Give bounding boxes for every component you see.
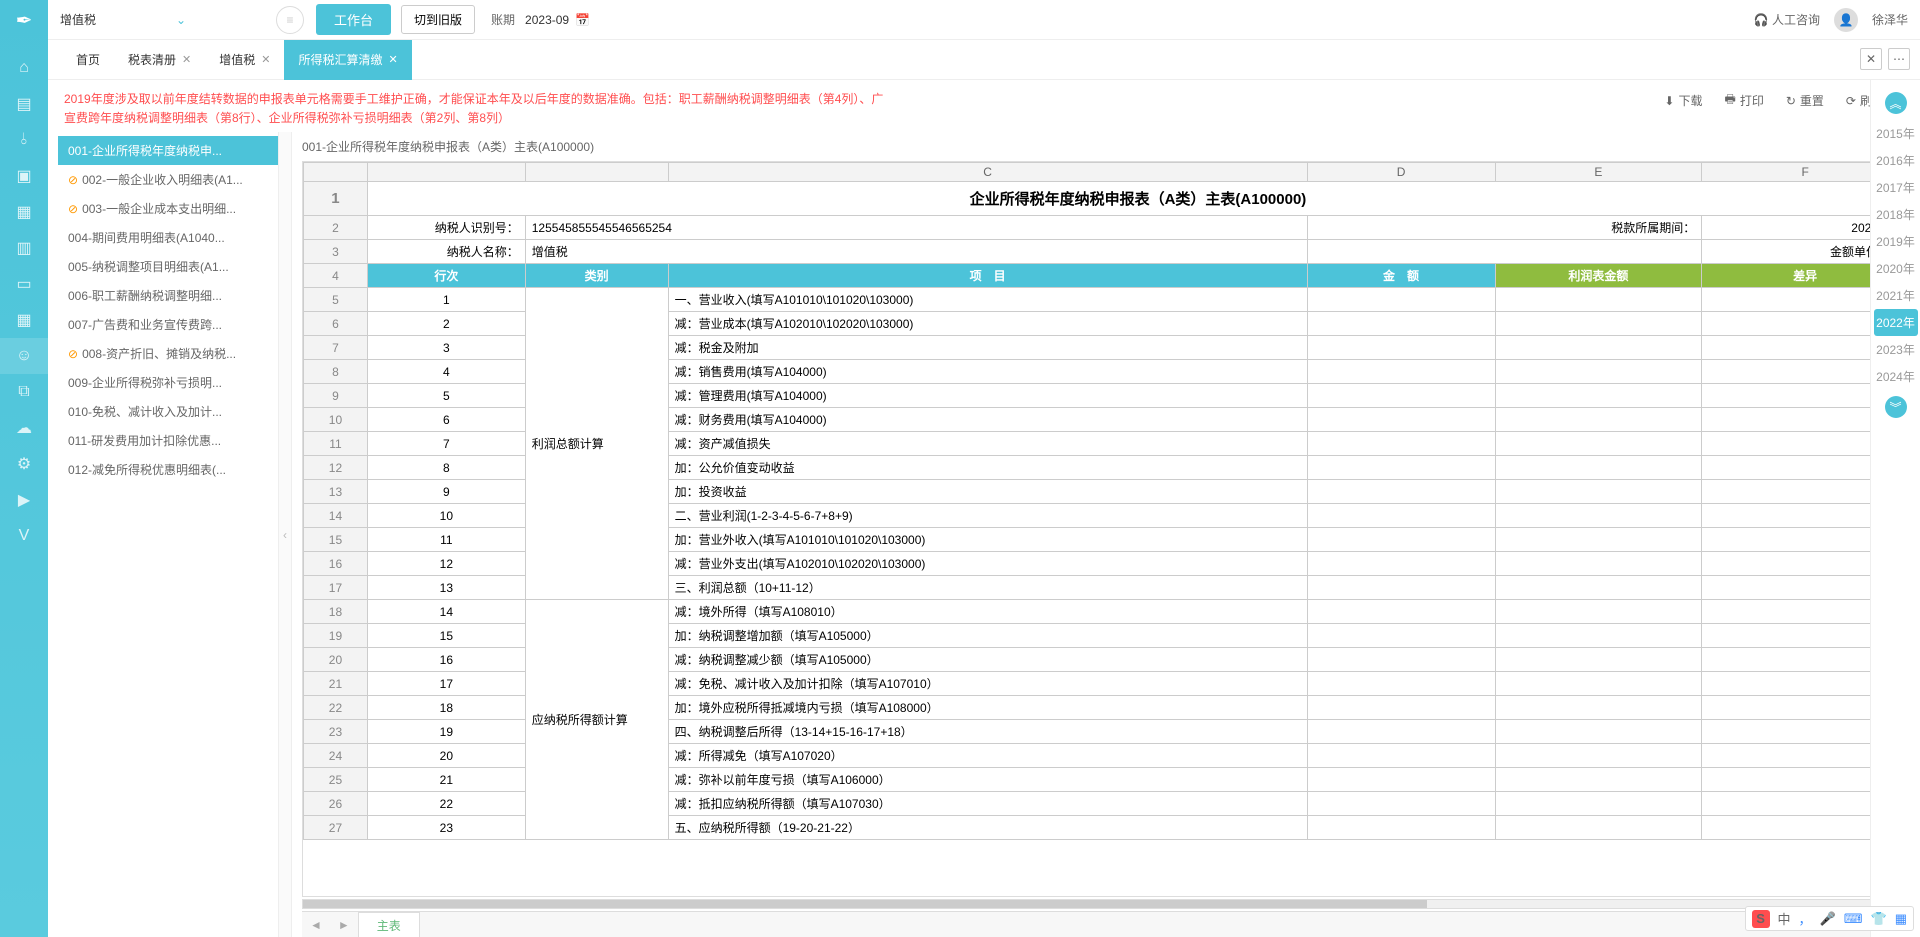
sheet-tabs: ◄ ► 主表 <box>302 911 1910 937</box>
tab-bar: 首页 税表清册✕ 增值税✕ 所得税汇算清缴✕ ✕ ⋯ <box>48 40 1920 80</box>
warn-icon: ⊘ <box>68 347 78 361</box>
more-tabs-icon[interactable]: ⋯ <box>1888 48 1910 70</box>
year-button[interactable]: 2016年 <box>1874 147 1918 174</box>
sheet-next-icon[interactable]: ► <box>330 918 358 932</box>
nav-bag-icon[interactable]: ▣ <box>0 158 48 194</box>
sheet-tab-main[interactable]: 主表 <box>358 912 420 937</box>
form-list-item[interactable]: 004-期间费用明细表(A1040... <box>58 223 278 252</box>
scroll-down-icon[interactable]: ︾ <box>1885 396 1907 418</box>
form-list-item[interactable]: 006-职工薪酬纳税调整明细... <box>58 281 278 310</box>
ime-grid-icon[interactable]: ▦ <box>1895 911 1907 927</box>
switch-old-button[interactable]: 切到旧版 <box>401 5 475 34</box>
consult-link[interactable]: 🎧 人工咨询 <box>1754 11 1820 28</box>
form-list-item[interactable]: 010-免税、减计收入及加计... <box>58 397 278 426</box>
close-icon[interactable]: ✕ <box>182 53 191 66</box>
warning-notice: 2019年度涉及取以前年度结转数据的申报表单元格需要手工维护正确，才能保证本年及… <box>64 90 884 128</box>
form-list-item[interactable]: ⊘008-资产折旧、摊销及纳税... <box>58 339 278 368</box>
tab-vat[interactable]: 增值税✕ <box>205 40 284 80</box>
year-button[interactable]: 2023年 <box>1874 336 1918 363</box>
company-name: 增值税 <box>60 11 96 28</box>
circle-button[interactable]: ≡ <box>276 6 304 34</box>
nav-report-icon[interactable]: ▥ <box>0 230 48 266</box>
calendar-icon[interactable]: 📅 <box>575 13 590 27</box>
avatar[interactable]: 👤 <box>1834 8 1858 32</box>
nav-doc-icon[interactable]: ▤ <box>0 86 48 122</box>
year-button[interactable]: 2021年 <box>1874 282 1918 309</box>
top-bar: 增值税 ⌄ ≡ 工作台 切到旧版 账期 2023-09 📅 🎧 人工咨询 👤 徐… <box>48 0 1920 40</box>
spreadsheet-grid[interactable]: CDEF 1企业所得税年度纳税申报表（A类）主表(A100000) 2纳税人识别… <box>302 161 1910 897</box>
tab-tax-list[interactable]: 税表清册✕ <box>114 40 205 80</box>
breadcrumb: 001-企业所得税年度纳税申报表（A类）主表(A100000) <box>292 132 1920 161</box>
form-list-item[interactable]: 011-研发费用加计扣除优惠... <box>58 426 278 455</box>
year-button[interactable]: 2019年 <box>1874 228 1918 255</box>
close-icon[interactable]: ✕ <box>261 53 270 66</box>
download-button[interactable]: ⬇ 下载 <box>1664 90 1702 111</box>
ime-keyboard-icon[interactable]: ⌨ <box>1844 911 1863 927</box>
company-selector[interactable]: 增值税 ⌄ <box>60 11 260 28</box>
close-all-tabs-icon[interactable]: ✕ <box>1860 48 1882 70</box>
nav-grid-icon[interactable]: ▦ <box>0 302 48 338</box>
warn-icon: ⊘ <box>68 202 78 216</box>
ime-mic-icon[interactable]: 🎤 <box>1820 911 1836 927</box>
tab-income-tax[interactable]: 所得税汇算清缴✕ <box>284 40 411 80</box>
form-list: 001-企业所得税年度纳税申...⊘002-一般企业收入明细表(A1...⊘00… <box>58 132 278 937</box>
reset-button[interactable]: ↻ 重置 <box>1786 90 1824 111</box>
period-label: 账期 <box>491 11 515 28</box>
ime-mode[interactable]: 中 <box>1778 909 1791 928</box>
year-rail: ︽ 2015年2016年2017年2018年2019年2020年2021年202… <box>1870 80 1920 937</box>
workbench-button[interactable]: 工作台 <box>316 4 391 35</box>
ime-comma-icon[interactable]: ， <box>1799 909 1812 928</box>
nav-v-icon[interactable]: V <box>0 518 48 554</box>
table-row[interactable]: 1814应纳税所得额计算减：境外所得（填写A108010） <box>304 600 1909 624</box>
nav-play-icon[interactable]: ▶ <box>0 482 48 518</box>
ime-toolbar[interactable]: S 中 ， 🎤 ⌨ 👕 ▦ <box>1745 906 1914 931</box>
year-button[interactable]: 2022年 <box>1874 309 1918 336</box>
nav-copy-icon[interactable]: ⧉ <box>0 374 48 410</box>
year-button[interactable]: 2017年 <box>1874 174 1918 201</box>
period-value: 2023-09 <box>525 13 569 27</box>
form-list-item[interactable]: 009-企业所得税弥补亏损明... <box>58 368 278 397</box>
year-button[interactable]: 2020年 <box>1874 255 1918 282</box>
sheet-title: 企业所得税年度纳税申报表（A类）主表(A100000) <box>367 182 1908 216</box>
form-list-item[interactable]: 007-广告费和业务宣传费跨... <box>58 310 278 339</box>
tab-home[interactable]: 首页 <box>62 40 114 80</box>
ime-shirt-icon[interactable]: 👕 <box>1871 911 1887 927</box>
nav-cloud-icon[interactable]: ☁ <box>0 410 48 446</box>
username: 徐泽华 <box>1872 11 1908 28</box>
nav-home-icon[interactable]: ⌂ <box>0 50 48 86</box>
form-list-item[interactable]: 001-企业所得税年度纳税申... <box>58 136 278 165</box>
chevron-down-icon: ⌄ <box>176 13 186 27</box>
form-list-item[interactable]: 012-减免所得税优惠明细表(... <box>58 455 278 484</box>
sheet-prev-icon[interactable]: ◄ <box>302 918 330 932</box>
collapse-handle[interactable]: ‹ <box>278 132 292 937</box>
form-list-item[interactable]: ⊘002-一般企业收入明细表(A1... <box>58 165 278 194</box>
nav-form-icon[interactable]: ▭ <box>0 266 48 302</box>
form-list-item[interactable]: 005-纳税调整项目明细表(A1... <box>58 252 278 281</box>
nav-gear-icon[interactable]: ⚙ <box>0 446 48 482</box>
ime-logo-icon: S <box>1752 910 1770 928</box>
nav-chart-icon[interactable]: ⫰ <box>0 122 48 158</box>
scroll-up-icon[interactable]: ︽ <box>1885 92 1907 114</box>
horizontal-scrollbar[interactable] <box>302 897 1910 911</box>
print-button[interactable]: 🖶 打印 <box>1725 90 1764 111</box>
table-row[interactable]: 51利润总额计算一、营业收入(填写A101010\101020\103000) <box>304 288 1909 312</box>
year-button[interactable]: 2024年 <box>1874 363 1918 390</box>
nav-list-icon[interactable]: ▦ <box>0 194 48 230</box>
year-button[interactable]: 2018年 <box>1874 201 1918 228</box>
year-button[interactable]: 2015年 <box>1874 120 1918 147</box>
close-icon[interactable]: ✕ <box>389 53 398 66</box>
nav-tax-icon[interactable]: ☺ <box>0 338 48 374</box>
app-logo: ✒ <box>0 0 48 40</box>
warn-icon: ⊘ <box>68 173 78 187</box>
form-list-item[interactable]: ⊘003-一般企业成本支出明细... <box>58 194 278 223</box>
left-nav: ✒ ⌂ ▤ ⫰ ▣ ▦ ▥ ▭ ▦ ☺ ⧉ ☁ ⚙ ▶ V <box>0 0 48 937</box>
